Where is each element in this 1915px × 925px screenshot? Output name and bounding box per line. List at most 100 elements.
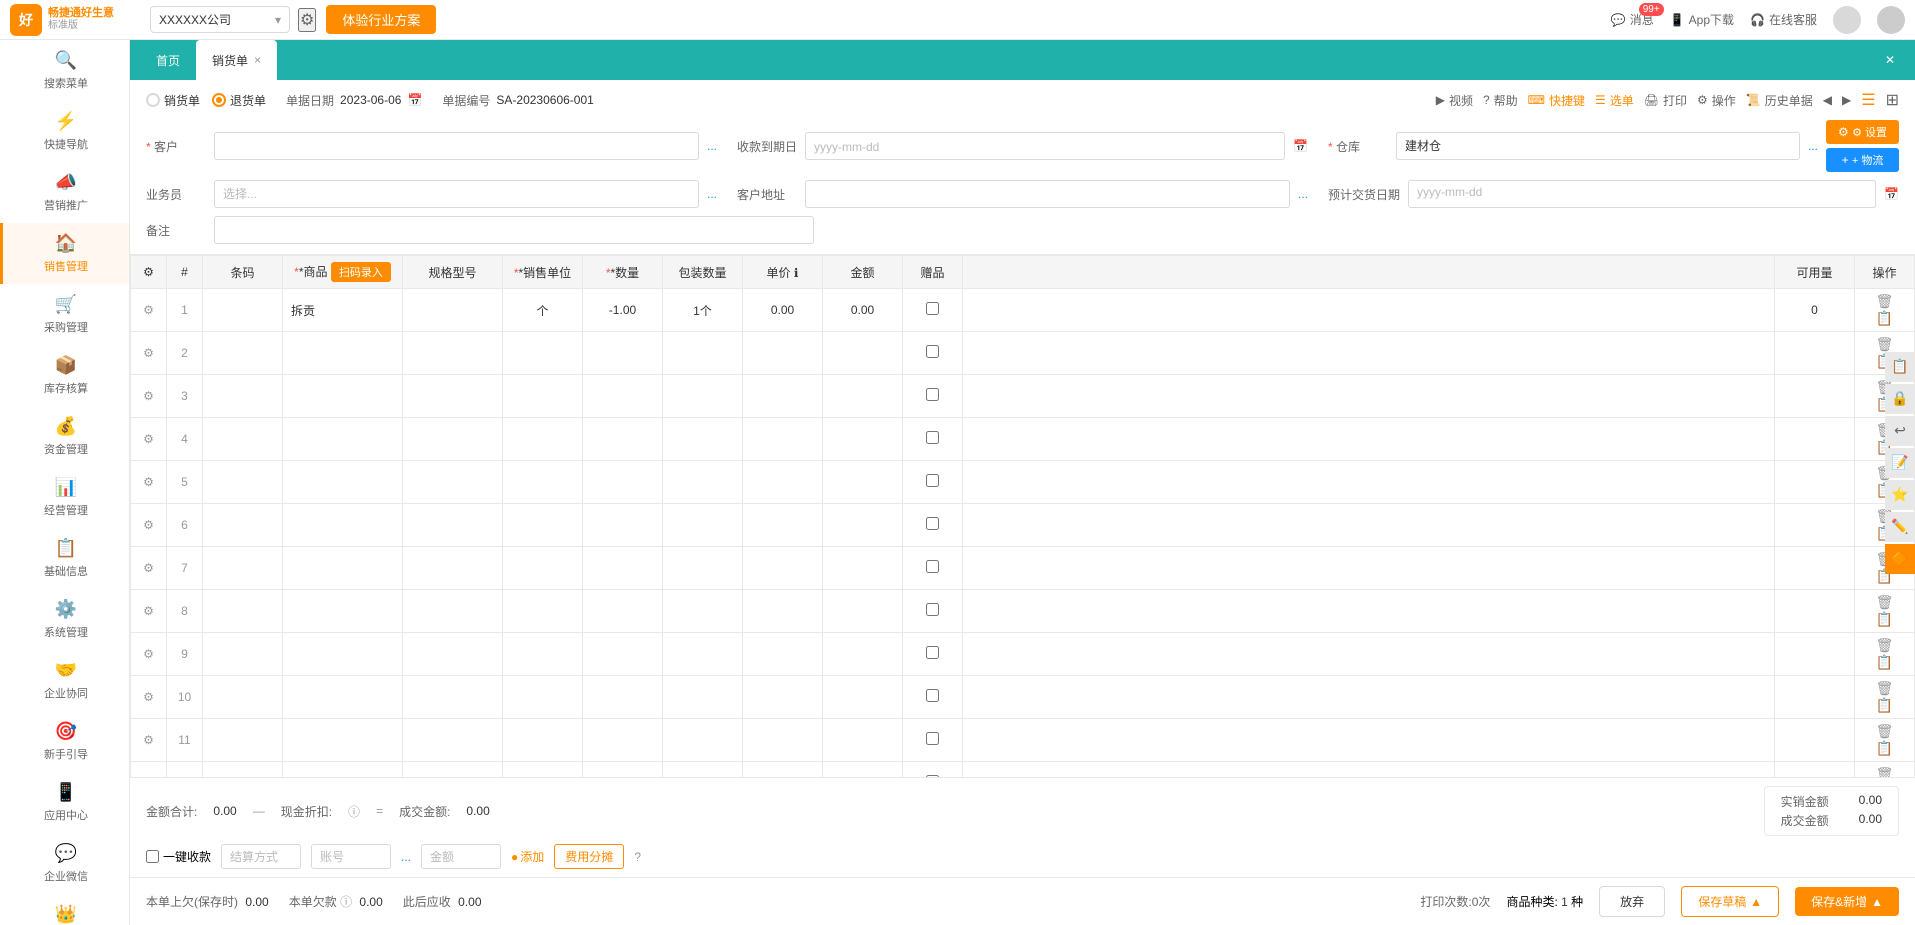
row-spec[interactable]: [403, 590, 503, 633]
sidebar-item-wechat[interactable]: 💬 企业微信: [0, 833, 129, 894]
float-btn-1[interactable]: 📋: [1885, 352, 1915, 382]
close-all-tabs-icon[interactable]: ✕: [1885, 53, 1895, 67]
row-gift[interactable]: [903, 504, 963, 547]
row-barcode[interactable]: [203, 504, 283, 547]
row-price[interactable]: [743, 547, 823, 590]
expected-delivery-input[interactable]: yyyy-mm-dd: [1408, 180, 1876, 208]
customer-dots[interactable]: ...: [707, 139, 717, 153]
logistics-btn[interactable]: + + 物流: [1826, 148, 1899, 172]
scan-barcode-btn[interactable]: 扫码录入: [331, 262, 391, 282]
row-pack-qty[interactable]: [663, 375, 743, 418]
row-gift[interactable]: [903, 547, 963, 590]
total-owe-info-icon[interactable]: ⓘ: [340, 895, 352, 909]
expense-help-icon[interactable]: ?: [634, 850, 641, 864]
row-settings[interactable]: ⚙: [131, 332, 167, 375]
gift-checkbox[interactable]: [926, 431, 939, 444]
row-gift[interactable]: [903, 762, 963, 778]
row-settings[interactable]: ⚙: [131, 504, 167, 547]
customer-address-input[interactable]: [805, 180, 1290, 208]
row-qty[interactable]: [583, 547, 663, 590]
row-barcode[interactable]: [203, 289, 283, 332]
salesperson-input[interactable]: 选择...: [214, 180, 699, 208]
delete-icon[interactable]: 🗑: [1876, 637, 1894, 653]
row-amount[interactable]: [823, 762, 903, 778]
row-settings[interactable]: ⚙: [131, 547, 167, 590]
copy-icon[interactable]: 📋: [1876, 697, 1893, 713]
delete-icon[interactable]: 🗑: [1876, 594, 1894, 610]
gift-checkbox[interactable]: [926, 474, 939, 487]
row-pack-qty[interactable]: [663, 418, 743, 461]
warehouse-input[interactable]: 建材仓: [1396, 132, 1800, 160]
row-pack-qty[interactable]: [663, 332, 743, 375]
sidebar-item-member[interactable]: 👑 畅会员: [0, 894, 129, 925]
sidebar-item-sales[interactable]: 🏠 销售管理: [0, 223, 129, 284]
row-product[interactable]: [283, 461, 403, 504]
row-product[interactable]: [283, 418, 403, 461]
row-amount[interactable]: [823, 633, 903, 676]
row-price[interactable]: [743, 762, 823, 778]
row-amount[interactable]: [823, 676, 903, 719]
sidebar-item-guide[interactable]: 🎯 新手引导: [0, 711, 129, 772]
row-product[interactable]: [283, 719, 403, 762]
row-qty[interactable]: [583, 504, 663, 547]
row-spec[interactable]: [403, 504, 503, 547]
row-qty[interactable]: [583, 633, 663, 676]
row-amount[interactable]: [823, 504, 903, 547]
row-gift[interactable]: [903, 590, 963, 633]
sidebar-item-enterprise[interactable]: 🤝 企业协同: [0, 650, 129, 711]
notes-input[interactable]: [214, 216, 814, 244]
sidebar-item-app-center[interactable]: 📱 应用中心: [0, 772, 129, 833]
tab-sales-order[interactable]: 销货单 ×: [196, 40, 277, 80]
row-amount[interactable]: [823, 590, 903, 633]
one-click-collect-input[interactable]: [146, 850, 159, 863]
row-barcode[interactable]: [203, 633, 283, 676]
row-price[interactable]: [743, 676, 823, 719]
row-gift[interactable]: [903, 418, 963, 461]
discard-button[interactable]: 放弃: [1599, 886, 1665, 917]
row-unit[interactable]: [503, 633, 583, 676]
amount-input[interactable]: 金额: [421, 844, 501, 869]
row-amount[interactable]: [823, 719, 903, 762]
row-gift[interactable]: [903, 461, 963, 504]
row-gift[interactable]: [903, 633, 963, 676]
row-amount[interactable]: 0.00: [823, 289, 903, 332]
choose-btn[interactable]: ☰ 选单: [1595, 92, 1634, 109]
sidebar-item-purchase[interactable]: 🛒 采购管理: [0, 284, 129, 345]
settle-method-select[interactable]: 结算方式: [221, 844, 301, 869]
expense-btn[interactable]: 费用分摊: [554, 844, 624, 869]
copy-icon[interactable]: 📋: [1876, 611, 1893, 627]
online-service-btn[interactable]: 🎧 在线客服: [1750, 11, 1817, 28]
row-qty[interactable]: [583, 719, 663, 762]
row-pack-qty[interactable]: [663, 547, 743, 590]
row-settings[interactable]: ⚙: [131, 418, 167, 461]
sidebar-item-search[interactable]: 🔍 搜索菜单: [0, 40, 129, 101]
next-icon[interactable]: ▶: [1842, 93, 1851, 107]
row-amount[interactable]: [823, 547, 903, 590]
gift-checkbox[interactable]: [926, 646, 939, 659]
row-pack-qty[interactable]: [663, 504, 743, 547]
row-qty[interactable]: [583, 418, 663, 461]
row-product[interactable]: 拆贡: [283, 289, 403, 332]
row-gift[interactable]: [903, 289, 963, 332]
operation-btn[interactable]: ⚙ 操作: [1697, 92, 1736, 109]
row-amount[interactable]: [823, 375, 903, 418]
prev-icon[interactable]: ◀: [1823, 93, 1832, 107]
row-settings[interactable]: ⚙: [131, 719, 167, 762]
row-price[interactable]: [743, 590, 823, 633]
row-qty[interactable]: [583, 762, 663, 778]
row-pack-qty[interactable]: [663, 633, 743, 676]
delete-icon[interactable]: 🗑: [1876, 680, 1894, 696]
row-spec[interactable]: [403, 633, 503, 676]
sidebar-item-system[interactable]: ⚙️ 系统管理: [0, 589, 129, 650]
sidebar-item-inventory[interactable]: 📦 库存核算: [0, 345, 129, 406]
row-spec[interactable]: [403, 375, 503, 418]
delete-icon[interactable]: 🗑: [1876, 723, 1894, 739]
company-selector[interactable]: XXXXXX公司 ▾: [150, 6, 290, 33]
print-btn[interactable]: 🖨 打印: [1644, 92, 1687, 109]
float-btn-2[interactable]: 🔒: [1885, 384, 1915, 414]
customer-input[interactable]: [214, 132, 699, 160]
warehouse-dots[interactable]: ...: [1808, 139, 1818, 153]
payment-due-input[interactable]: yyyy-mm-dd: [805, 132, 1285, 160]
row-spec[interactable]: [403, 762, 503, 778]
row-settings[interactable]: ⚙: [131, 375, 167, 418]
